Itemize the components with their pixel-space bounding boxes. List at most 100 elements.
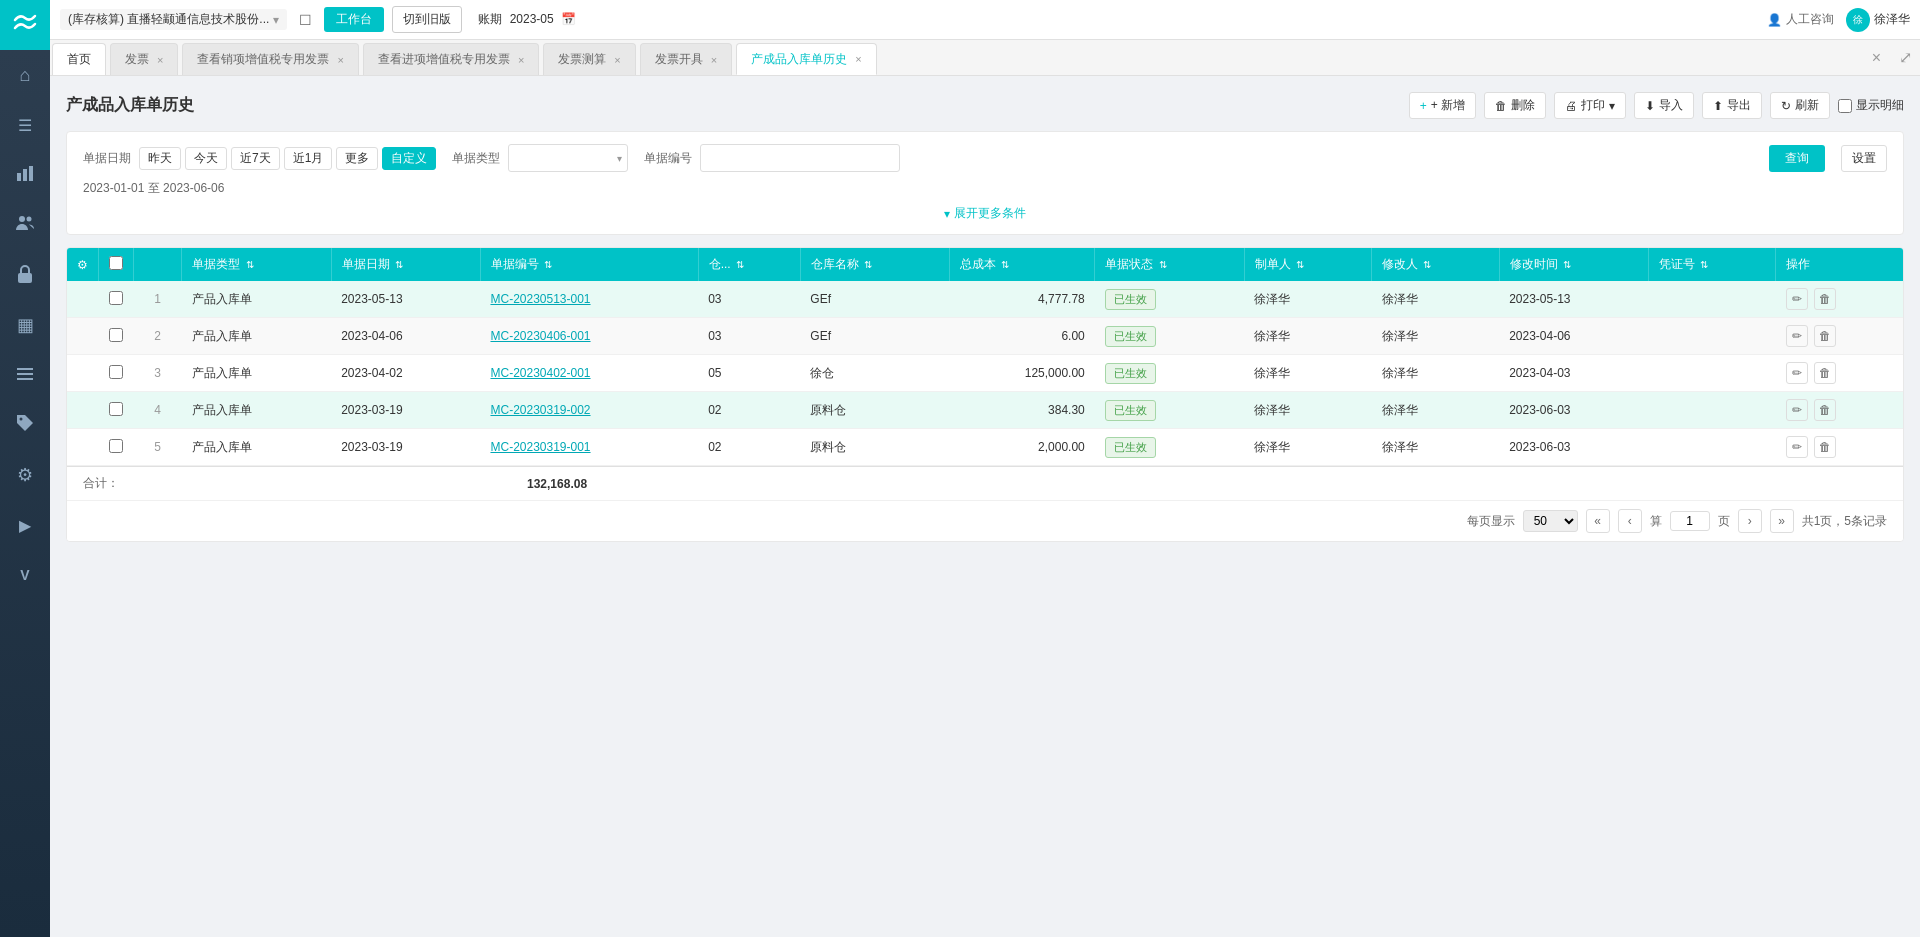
edit-icon[interactable]: ✏	[1786, 288, 1808, 310]
delete-row-icon[interactable]: 🗑	[1814, 399, 1836, 421]
tab-check-purchase-vat-close[interactable]: ×	[518, 54, 524, 66]
th-warehouse-code[interactable]: 仓... ⇅	[698, 248, 800, 281]
tab-home[interactable]: 首页	[52, 43, 106, 75]
refresh-button[interactable]: ↻ 刷新	[1770, 92, 1830, 119]
sidebar-item-list[interactable]	[0, 350, 50, 400]
company-selector[interactable]: (库存核算) 直播轻颛通信息技术股份... ▾	[60, 9, 287, 30]
doc-num-input[interactable]	[700, 144, 900, 172]
cell-settings[interactable]	[67, 318, 99, 355]
import-button[interactable]: ⬇ 导入	[1634, 92, 1694, 119]
row-checkbox[interactable]	[109, 402, 123, 416]
th-voucher[interactable]: 凭证号 ⇅	[1648, 248, 1776, 281]
page-input[interactable]	[1670, 511, 1710, 531]
th-doc-date[interactable]: 单据日期 ⇅	[331, 248, 480, 281]
delete-row-icon[interactable]: 🗑	[1814, 325, 1836, 347]
next-page-button[interactable]: ›	[1738, 509, 1762, 533]
tab-check-sale-vat-close[interactable]: ×	[337, 54, 343, 66]
edit-icon[interactable]: ✏	[1786, 436, 1808, 458]
first-page-button[interactable]: «	[1586, 509, 1610, 533]
th-modifier[interactable]: 修改人 ⇅	[1372, 248, 1500, 281]
edit-icon[interactable]: ✏	[1786, 325, 1808, 347]
delete-button[interactable]: 🗑 删除	[1484, 92, 1546, 119]
cell-settings[interactable]	[67, 392, 99, 429]
tab-invoice-calc-close[interactable]: ×	[614, 54, 620, 66]
row-checkbox[interactable]	[109, 328, 123, 342]
print-button[interactable]: 🖨 打印 ▾	[1554, 92, 1626, 119]
sidebar-item-grid[interactable]: ▦	[0, 300, 50, 350]
cell-checkbox[interactable]	[99, 281, 134, 318]
prev-page-button[interactable]: ‹	[1618, 509, 1642, 533]
date-btn-7days[interactable]: 近7天	[231, 147, 280, 170]
tab-product-inbound-history-close[interactable]: ×	[855, 53, 861, 65]
th-creator[interactable]: 制单人 ⇅	[1244, 248, 1372, 281]
tab-invoice-close[interactable]: ×	[157, 54, 163, 66]
th-doc-num[interactable]: 单据编号 ⇅	[480, 248, 698, 281]
cell-settings[interactable]	[67, 281, 99, 318]
cell-settings[interactable]	[67, 355, 99, 392]
date-btn-custom[interactable]: 自定义	[382, 147, 436, 170]
edit-icon[interactable]: ✏	[1786, 362, 1808, 384]
export-button[interactable]: ⬆ 导出	[1702, 92, 1762, 119]
edit-icon[interactable]: ✏	[1786, 399, 1808, 421]
sidebar-item-lock[interactable]	[0, 250, 50, 300]
th-total-cost[interactable]: 总成本 ⇅	[950, 248, 1095, 281]
delete-row-icon[interactable]: 🗑	[1814, 362, 1836, 384]
sidebar-item-video[interactable]: ▶	[0, 500, 50, 550]
doc-type-select[interactable]	[508, 144, 628, 172]
th-doc-type[interactable]: 单据类型 ⇅	[182, 248, 331, 281]
cell-doc-num[interactable]: MC-20230319-001	[480, 429, 698, 466]
select-all-checkbox[interactable]	[109, 256, 123, 270]
sidebar-item-chart[interactable]	[0, 150, 50, 200]
expand-more-button[interactable]: ▾ 展开更多条件	[83, 205, 1887, 222]
cell-settings[interactable]	[67, 429, 99, 466]
th-settings[interactable]: ⚙	[67, 248, 99, 281]
sidebar-item-tag[interactable]	[0, 400, 50, 450]
setting-button[interactable]: 设置	[1841, 145, 1887, 172]
user-info[interactable]: 徐 徐泽华	[1846, 8, 1910, 32]
th-modify-time[interactable]: 修改时间 ⇅	[1499, 248, 1648, 281]
delete-row-icon[interactable]: 🗑	[1814, 288, 1836, 310]
tab-invoice[interactable]: 发票 ×	[110, 43, 178, 75]
th-warehouse-name[interactable]: 仓库名称 ⇅	[800, 248, 949, 281]
sidebar-item-v[interactable]: V	[0, 550, 50, 600]
per-page-select[interactable]: 50 100 200	[1523, 510, 1578, 532]
sidebar-item-settings[interactable]: ⚙	[0, 450, 50, 500]
date-btn-1month[interactable]: 近1月	[284, 147, 333, 170]
show-detail-toggle[interactable]: 显示明细	[1838, 97, 1904, 114]
tab-invoice-calc[interactable]: 发票测算 ×	[543, 43, 635, 75]
close-all-tabs-button[interactable]: ×	[1862, 49, 1891, 67]
calendar-icon[interactable]: 📅	[561, 12, 576, 26]
help-label[interactable]: 👤 人工咨询	[1767, 11, 1834, 28]
delete-row-icon[interactable]: 🗑	[1814, 436, 1836, 458]
show-detail-checkbox[interactable]	[1838, 99, 1852, 113]
cell-doc-num[interactable]: MC-20230513-001	[480, 281, 698, 318]
workbench-button[interactable]: 工作台	[324, 7, 384, 32]
th-doc-status[interactable]: 单据状态 ⇅	[1095, 248, 1244, 281]
cell-doc-num[interactable]: MC-20230402-001	[480, 355, 698, 392]
date-btn-more[interactable]: 更多	[336, 147, 378, 170]
cell-checkbox[interactable]	[99, 355, 134, 392]
expand-tabs-button[interactable]: ⤢	[1891, 48, 1920, 67]
last-page-button[interactable]: »	[1770, 509, 1794, 533]
cell-checkbox[interactable]	[99, 318, 134, 355]
th-checkbox[interactable]	[99, 248, 134, 281]
date-btn-today[interactable]: 今天	[185, 147, 227, 170]
sidebar-item-home[interactable]: ⌂	[0, 50, 50, 100]
tab-invoice-open[interactable]: 发票开具 ×	[640, 43, 732, 75]
row-checkbox[interactable]	[109, 291, 123, 305]
cell-doc-num[interactable]: MC-20230319-002	[480, 392, 698, 429]
row-checkbox[interactable]	[109, 439, 123, 453]
doc-copy-icon[interactable]: ☐	[299, 12, 312, 28]
cell-checkbox[interactable]	[99, 392, 134, 429]
cell-doc-num[interactable]: MC-20230406-001	[480, 318, 698, 355]
tab-check-sale-vat[interactable]: 查看销项增值税专用发票 ×	[182, 43, 358, 75]
switch-old-button[interactable]: 切到旧版	[392, 6, 462, 33]
sidebar-item-document[interactable]: ☰	[0, 100, 50, 150]
date-btn-yesterday[interactable]: 昨天	[139, 147, 181, 170]
new-button[interactable]: + + 新增	[1409, 92, 1476, 119]
sidebar-item-people[interactable]	[0, 200, 50, 250]
tab-check-purchase-vat[interactable]: 查看进项增值税专用发票 ×	[363, 43, 539, 75]
app-logo[interactable]	[0, 0, 50, 50]
tab-product-inbound-history[interactable]: 产成品入库单历史 ×	[736, 43, 876, 75]
cell-checkbox[interactable]	[99, 429, 134, 466]
